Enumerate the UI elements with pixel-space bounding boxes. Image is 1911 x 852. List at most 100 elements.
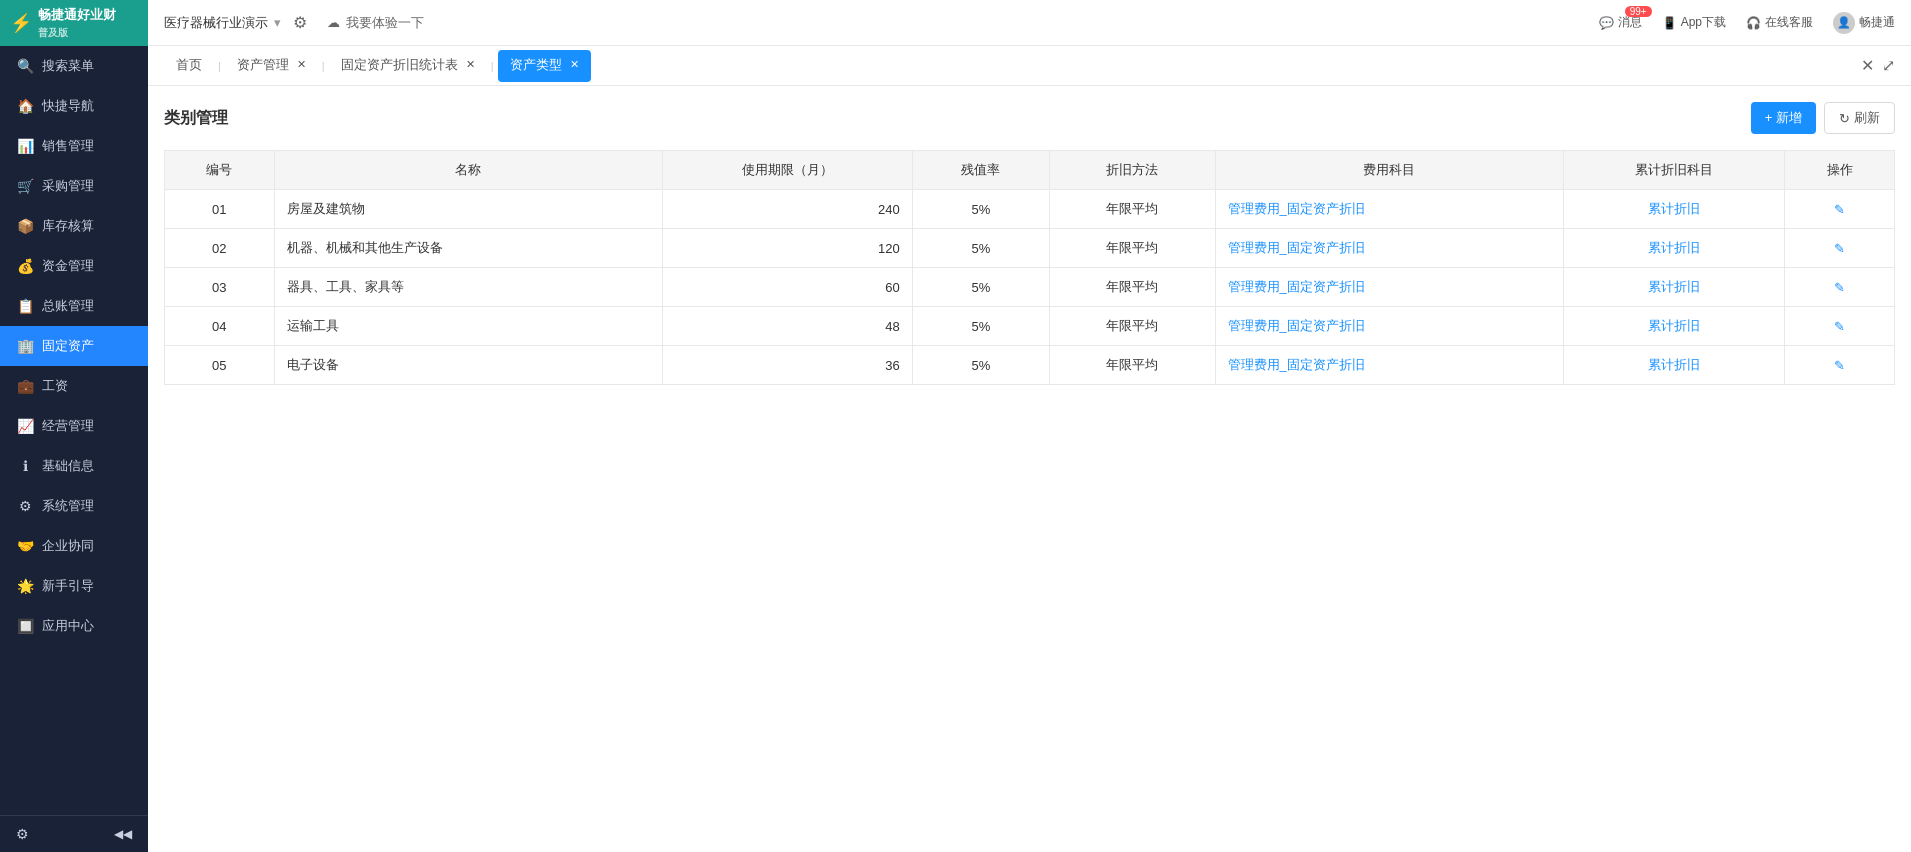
col-action: 操作 bbox=[1785, 151, 1895, 190]
sidebar-item-fixed-assets[interactable]: 🏢 固定资产 bbox=[0, 326, 148, 366]
cell-period: 120 bbox=[663, 229, 912, 268]
edit-icon[interactable]: ✎ bbox=[1834, 280, 1845, 295]
cell-action[interactable]: ✎ bbox=[1785, 268, 1895, 307]
cell-name: 电子设备 bbox=[274, 346, 663, 385]
edit-icon[interactable]: ✎ bbox=[1834, 358, 1845, 373]
user-avatar-button[interactable]: 👤 畅捷通 bbox=[1833, 12, 1895, 34]
cell-code: 05 bbox=[165, 346, 275, 385]
collapse-icon[interactable]: ◀◀ bbox=[114, 827, 132, 841]
edit-icon[interactable]: ✎ bbox=[1834, 202, 1845, 217]
app-download-icon: 📱 bbox=[1662, 16, 1677, 30]
sidebar-item-quick-nav[interactable]: 🏠 快捷导航 bbox=[0, 86, 148, 126]
edit-icon[interactable]: ✎ bbox=[1834, 241, 1845, 256]
sidebar-item-system[interactable]: ⚙ 系统管理 bbox=[0, 486, 148, 526]
project-selector[interactable]: 医疗器械行业演示 ▾ bbox=[164, 14, 281, 32]
app-center-icon: 🔲 bbox=[16, 618, 34, 634]
experience-cloud-icon: ☁ bbox=[327, 15, 340, 30]
sidebar-label-salary: 工资 bbox=[42, 377, 68, 395]
project-dropdown-icon: ▾ bbox=[274, 15, 281, 30]
cell-period: 60 bbox=[663, 268, 912, 307]
customer-service-label: 在线客服 bbox=[1765, 14, 1813, 31]
tab-asset-mgmt-close[interactable]: ✕ bbox=[297, 58, 306, 71]
cell-action[interactable]: ✎ bbox=[1785, 229, 1895, 268]
cell-name: 器具、工具、家具等 bbox=[274, 268, 663, 307]
customer-service-button[interactable]: 🎧 在线客服 bbox=[1746, 14, 1813, 31]
sidebar-label-guide: 新手引导 bbox=[42, 577, 94, 595]
ledger-icon: 📋 bbox=[16, 298, 34, 314]
tab-depreciation-label: 固定资产折旧统计表 bbox=[341, 56, 458, 74]
tab-home[interactable]: 首页 bbox=[164, 50, 214, 82]
home-icon: 🏠 bbox=[16, 98, 34, 114]
sidebar-label-funds: 资金管理 bbox=[42, 257, 94, 275]
experience-button[interactable]: ☁ 我要体验一下 bbox=[327, 14, 424, 32]
edit-icon[interactable]: ✎ bbox=[1834, 319, 1845, 334]
tab-home-label: 首页 bbox=[176, 56, 202, 74]
sidebar-footer: ⚙ ◀◀ bbox=[0, 815, 148, 852]
sidebar-item-enterprise[interactable]: 🤝 企业协同 bbox=[0, 526, 148, 566]
experience-label: 我要体验一下 bbox=[346, 14, 424, 32]
app-download-button[interactable]: 📱 App下载 bbox=[1662, 14, 1726, 31]
tabbar: 首页 | 资产管理 ✕ | 固定资产折旧统计表 ✕ | 资产类型 ✕ ✕ ⤢ bbox=[148, 46, 1911, 86]
tab-asset-type-label: 资产类型 bbox=[510, 56, 562, 74]
cell-method: 年限平均 bbox=[1050, 190, 1215, 229]
cell-code: 01 bbox=[165, 190, 275, 229]
cell-action[interactable]: ✎ bbox=[1785, 346, 1895, 385]
col-name: 名称 bbox=[274, 151, 663, 190]
sidebar-item-guide[interactable]: 🌟 新手引导 bbox=[0, 566, 148, 606]
cell-method: 年限平均 bbox=[1050, 229, 1215, 268]
table-row: 02 机器、机械和其他生产设备 120 5% 年限平均 管理费用_固定资产折旧 … bbox=[165, 229, 1895, 268]
info-icon: ℹ bbox=[16, 458, 34, 474]
page-title: 类别管理 bbox=[164, 108, 228, 129]
cell-expense: 管理费用_固定资产折旧 bbox=[1215, 190, 1564, 229]
project-name: 医疗器械行业演示 bbox=[164, 14, 268, 32]
sidebar-item-funds[interactable]: 💰 资金管理 bbox=[0, 246, 148, 286]
sidebar-label-fixed-assets: 固定资产 bbox=[42, 337, 94, 355]
sidebar-item-purchase[interactable]: 🛒 采购管理 bbox=[0, 166, 148, 206]
cell-code: 02 bbox=[165, 229, 275, 268]
sidebar-label-purchase: 采购管理 bbox=[42, 177, 94, 195]
messages-button[interactable]: 💬 消息 99 bbox=[1599, 14, 1642, 31]
tab-depreciation-close[interactable]: ✕ bbox=[466, 58, 475, 71]
window-controls: ✕ ⤢ bbox=[1861, 56, 1895, 75]
table-row: 01 房屋及建筑物 240 5% 年限平均 管理费用_固定资产折旧 累计折旧 ✎ bbox=[165, 190, 1895, 229]
messages-icon: 💬 bbox=[1599, 16, 1614, 30]
cell-expense: 管理费用_固定资产折旧 bbox=[1215, 268, 1564, 307]
settings-gear-icon[interactable]: ⚙ bbox=[293, 13, 307, 32]
cell-accum: 累计折旧 bbox=[1564, 190, 1785, 229]
close-window-button[interactable]: ✕ bbox=[1861, 56, 1874, 75]
tab-depreciation-table[interactable]: 固定资产折旧统计表 ✕ bbox=[329, 50, 487, 82]
page-header: 类别管理 + 新增 ↻ 刷新 bbox=[164, 102, 1895, 134]
sidebar-label-inventory: 库存核算 bbox=[42, 217, 94, 235]
topbar-right: 💬 消息 99 📱 App下载 🎧 在线客服 👤 畅捷通 bbox=[1599, 12, 1895, 34]
cell-period: 36 bbox=[663, 346, 912, 385]
sidebar-item-search[interactable]: 🔍 搜索菜单 bbox=[0, 46, 148, 86]
purchase-icon: 🛒 bbox=[16, 178, 34, 194]
tab-asset-type[interactable]: 资产类型 ✕ bbox=[498, 50, 591, 82]
app-name: 畅捷通好业财 bbox=[38, 6, 116, 24]
logo-icon: ⚡ bbox=[10, 12, 32, 34]
cell-period: 48 bbox=[663, 307, 912, 346]
salary-icon: 💼 bbox=[16, 378, 34, 394]
sidebar-item-operations[interactable]: 📈 经营管理 bbox=[0, 406, 148, 446]
new-button[interactable]: + 新增 bbox=[1751, 102, 1816, 134]
cell-action[interactable]: ✎ bbox=[1785, 307, 1895, 346]
cell-action[interactable]: ✎ bbox=[1785, 190, 1895, 229]
settings-icon[interactable]: ⚙ bbox=[16, 826, 29, 842]
sidebar-item-general-ledger[interactable]: 📋 总账管理 bbox=[0, 286, 148, 326]
maximize-window-button[interactable]: ⤢ bbox=[1882, 56, 1895, 75]
sidebar-item-app-center[interactable]: 🔲 应用中心 bbox=[0, 606, 148, 646]
sidebar-label-app-center: 应用中心 bbox=[42, 617, 94, 635]
sidebar-item-basic-info[interactable]: ℹ 基础信息 bbox=[0, 446, 148, 486]
tab-asset-type-close[interactable]: ✕ bbox=[570, 58, 579, 71]
sidebar-nav: 🔍 搜索菜单 🏠 快捷导航 📊 销售管理 🛒 采购管理 📦 库存核算 💰 资金管… bbox=[0, 46, 148, 815]
cell-expense: 管理费用_固定资产折旧 bbox=[1215, 346, 1564, 385]
sidebar-item-salary[interactable]: 💼 工资 bbox=[0, 366, 148, 406]
page-actions: + 新增 ↻ 刷新 bbox=[1751, 102, 1895, 134]
sidebar-item-sales[interactable]: 📊 销售管理 bbox=[0, 126, 148, 166]
refresh-button[interactable]: ↻ 刷新 bbox=[1824, 102, 1895, 134]
col-accum: 累计折旧科目 bbox=[1564, 151, 1785, 190]
tab-asset-mgmt[interactable]: 资产管理 ✕ bbox=[225, 50, 318, 82]
cell-name: 房屋及建筑物 bbox=[274, 190, 663, 229]
col-code: 编号 bbox=[165, 151, 275, 190]
sidebar-item-inventory[interactable]: 📦 库存核算 bbox=[0, 206, 148, 246]
